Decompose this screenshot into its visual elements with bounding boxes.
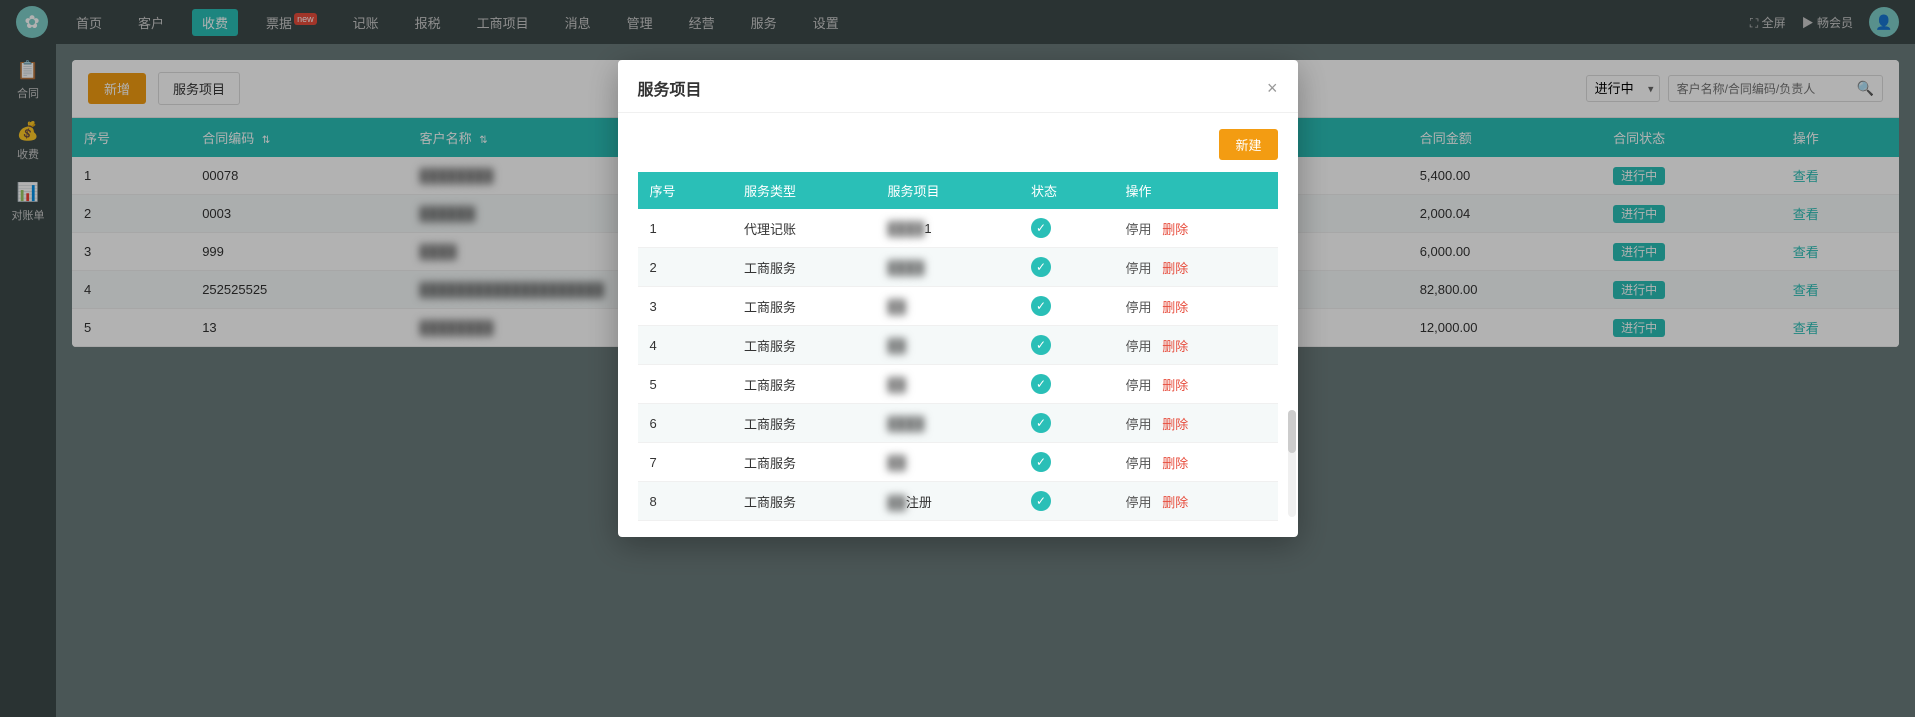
- list-item: 1 代理记账 ████1 ✓ 停用 删除: [638, 209, 1278, 248]
- modal-cell-status: ✓: [1019, 326, 1113, 365]
- delete-btn[interactable]: 删除: [1162, 261, 1188, 276]
- modal-cell-type: 工商服务: [732, 248, 876, 287]
- modal-cell-item: ████1: [875, 209, 1019, 248]
- check-icon: ✓: [1031, 452, 1051, 472]
- stop-btn[interactable]: 停用: [1125, 417, 1151, 432]
- delete-btn[interactable]: 删除: [1162, 378, 1188, 393]
- close-button[interactable]: ×: [1267, 79, 1278, 97]
- modal-cell-item: ██: [875, 443, 1019, 482]
- modal-col-item: 服务项目: [875, 172, 1019, 209]
- modal-col-status: 状态: [1019, 172, 1113, 209]
- delete-btn[interactable]: 删除: [1162, 222, 1188, 237]
- modal-cell-seq: 7: [638, 443, 732, 482]
- stop-btn[interactable]: 停用: [1125, 222, 1151, 237]
- modal-cell-type: 工商服务: [732, 326, 876, 365]
- list-item: 3 工商服务 ██ ✓ 停用 删除: [638, 287, 1278, 326]
- modal-cell-type: 工商服务: [732, 287, 876, 326]
- modal-new-button[interactable]: 新建: [1219, 129, 1277, 160]
- check-icon: ✓: [1031, 218, 1051, 238]
- modal-cell-seq: 8: [638, 482, 732, 521]
- scrollbar-track[interactable]: [1288, 410, 1296, 517]
- delete-btn[interactable]: 删除: [1162, 456, 1188, 471]
- modal-cell-type: 工商服务: [732, 404, 876, 443]
- modal-toolbar: 新建: [638, 129, 1278, 160]
- modal-cell-status: ✓: [1019, 209, 1113, 248]
- modal-cell-status: ✓: [1019, 404, 1113, 443]
- stop-btn[interactable]: 停用: [1125, 456, 1151, 471]
- check-icon: ✓: [1031, 413, 1051, 433]
- modal-cell-action: 停用 删除: [1113, 209, 1277, 248]
- modal-cell-action: 停用 删除: [1113, 482, 1277, 521]
- modal-cell-item: ██注册: [875, 482, 1019, 521]
- modal-cell-action: 停用 删除: [1113, 248, 1277, 287]
- modal-cell-item: ████: [875, 404, 1019, 443]
- list-item: 2 工商服务 ████ ✓ 停用 删除: [638, 248, 1278, 287]
- modal-cell-status: ✓: [1019, 248, 1113, 287]
- modal-cell-seq: 1: [638, 209, 732, 248]
- modal-col-type: 服务类型: [732, 172, 876, 209]
- check-icon: ✓: [1031, 257, 1051, 277]
- list-item: 7 工商服务 ██ ✓ 停用 删除: [638, 443, 1278, 482]
- stop-btn[interactable]: 停用: [1125, 300, 1151, 315]
- modal-cell-action: 停用 删除: [1113, 365, 1277, 404]
- stop-btn[interactable]: 停用: [1125, 261, 1151, 276]
- stop-btn[interactable]: 停用: [1125, 339, 1151, 354]
- stop-btn[interactable]: 停用: [1125, 378, 1151, 393]
- modal-cell-action: 停用 删除: [1113, 443, 1277, 482]
- check-icon: ✓: [1031, 296, 1051, 316]
- delete-btn[interactable]: 删除: [1162, 417, 1188, 432]
- modal-title: 服务项目: [638, 76, 702, 100]
- modal-cell-item: ██: [875, 287, 1019, 326]
- service-items-modal: 服务项目 × 新建 序号 服务类型 服务项目 状态 操作: [618, 60, 1298, 537]
- service-items-table: 序号 服务类型 服务项目 状态 操作 1 代理记账 ████1 ✓ 停用: [638, 172, 1278, 521]
- check-icon: ✓: [1031, 335, 1051, 355]
- modal-cell-seq: 3: [638, 287, 732, 326]
- modal-col-action: 操作: [1113, 172, 1277, 209]
- list-item: 5 工商服务 ██ ✓ 停用 删除: [638, 365, 1278, 404]
- list-item: 6 工商服务 ████ ✓ 停用 删除: [638, 404, 1278, 443]
- modal-cell-seq: 4: [638, 326, 732, 365]
- modal-cell-action: 停用 删除: [1113, 404, 1277, 443]
- modal-cell-seq: 2: [638, 248, 732, 287]
- modal-cell-status: ✓: [1019, 443, 1113, 482]
- modal-cell-status: ✓: [1019, 287, 1113, 326]
- modal-header: 服务项目 ×: [618, 60, 1298, 113]
- modal-cell-action: 停用 删除: [1113, 287, 1277, 326]
- check-icon: ✓: [1031, 491, 1051, 511]
- modal-overlay[interactable]: 服务项目 × 新建 序号 服务类型 服务项目 状态 操作: [0, 0, 1915, 717]
- list-item: 4 工商服务 ██ ✓ 停用 删除: [638, 326, 1278, 365]
- modal-cell-seq: 5: [638, 365, 732, 404]
- check-icon: ✓: [1031, 374, 1051, 394]
- list-item: 8 工商服务 ██注册 ✓ 停用 删除: [638, 482, 1278, 521]
- modal-cell-item: ████: [875, 248, 1019, 287]
- modal-cell-status: ✓: [1019, 482, 1113, 521]
- modal-cell-item: ██: [875, 365, 1019, 404]
- delete-btn[interactable]: 删除: [1162, 495, 1188, 510]
- modal-cell-status: ✓: [1019, 365, 1113, 404]
- modal-cell-seq: 6: [638, 404, 732, 443]
- modal-cell-type: 代理记账: [732, 209, 876, 248]
- stop-btn[interactable]: 停用: [1125, 495, 1151, 510]
- modal-cell-action: 停用 删除: [1113, 326, 1277, 365]
- scrollbar-thumb[interactable]: [1288, 410, 1296, 453]
- modal-body: 新建 序号 服务类型 服务项目 状态 操作 1 代理记账 █: [618, 113, 1298, 537]
- modal-cell-item: ██: [875, 326, 1019, 365]
- modal-cell-type: 工商服务: [732, 482, 876, 521]
- delete-btn[interactable]: 删除: [1162, 339, 1188, 354]
- modal-cell-type: 工商服务: [732, 365, 876, 404]
- modal-col-seq: 序号: [638, 172, 732, 209]
- delete-btn[interactable]: 删除: [1162, 300, 1188, 315]
- modal-cell-type: 工商服务: [732, 443, 876, 482]
